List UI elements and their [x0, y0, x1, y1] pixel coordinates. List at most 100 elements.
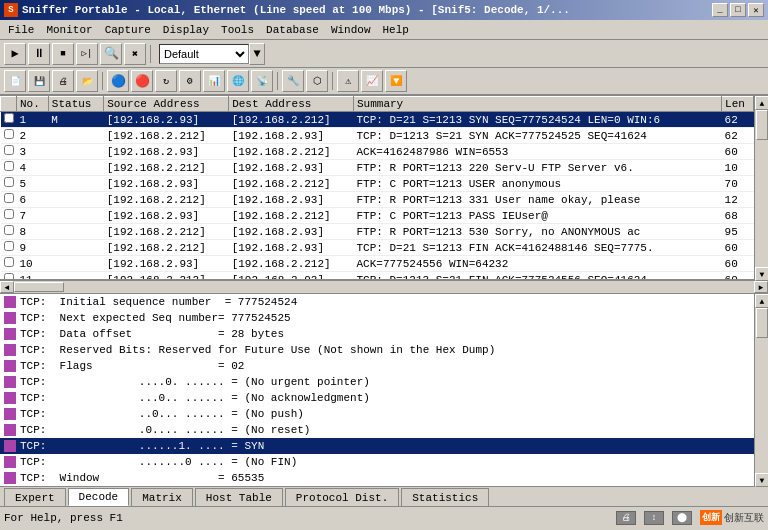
decode-button[interactable]: 🔧: [282, 70, 304, 92]
tab-host-table[interactable]: Host Table: [195, 488, 283, 506]
filter2-button[interactable]: 🔽: [385, 70, 407, 92]
title-bar: S Sniffer Portable - Local, Ethernet (Li…: [0, 0, 768, 20]
detail-row: TCP: Window = 65535: [0, 470, 754, 486]
zoom-in-button[interactable]: 🔵: [107, 70, 129, 92]
table-row[interactable]: 3 [192.168.2.93] [192.168.2.212] ACK=416…: [1, 144, 754, 160]
maximize-button[interactable]: □: [730, 3, 746, 17]
refresh-button[interactable]: ↻: [155, 70, 177, 92]
table-row[interactable]: 11 [192.168.2.212] [192.168.2.93] TCP: D…: [1, 272, 754, 282]
detail-scroll-thumb[interactable]: [756, 308, 768, 338]
row-checkbox[interactable]: [1, 176, 17, 192]
row-src: [192.168.2.93]: [104, 208, 229, 224]
row-len: 70: [722, 176, 754, 192]
tab-decode[interactable]: Decode: [68, 488, 130, 506]
open-button[interactable]: 📂: [76, 70, 98, 92]
row-checkbox[interactable]: [1, 208, 17, 224]
detail-scroll-down[interactable]: ▼: [755, 473, 768, 487]
print-button[interactable]: 🖨: [52, 70, 74, 92]
row-src: [192.168.2.93]: [104, 112, 229, 128]
save-button[interactable]: 💾: [28, 70, 50, 92]
hscroll-right-button[interactable]: ►: [754, 281, 768, 293]
menu-item-monitor[interactable]: Monitor: [40, 23, 98, 37]
row-status: [48, 160, 103, 176]
menu-item-file[interactable]: File: [2, 23, 40, 37]
title-bar-controls: _ □ ✕: [712, 3, 764, 17]
sep3: [277, 72, 278, 90]
row-no: 1: [17, 112, 49, 128]
packet-table-container[interactable]: No. Status Source Address Dest Address S…: [0, 96, 754, 281]
row-checkbox[interactable]: [1, 160, 17, 176]
play-button[interactable]: ▶: [4, 43, 26, 65]
table-row[interactable]: 7 [192.168.2.93] [192.168.2.212] FTP: C …: [1, 208, 754, 224]
tab-statistics[interactable]: Statistics: [401, 488, 489, 506]
table-row[interactable]: 1 M [192.168.2.93] [192.168.2.212] TCP: …: [1, 112, 754, 128]
detail-text: TCP: .......0 .... = (No FIN): [20, 456, 297, 468]
scroll-thumb[interactable]: [756, 110, 768, 140]
h-scrollbar[interactable]: ◄ ►: [0, 281, 768, 294]
clear-button[interactable]: ✖: [124, 43, 146, 65]
detail-text: TCP: Window = 65535: [20, 472, 264, 484]
menu-item-database[interactable]: Database: [260, 23, 325, 37]
filter-select[interactable]: Default: [159, 44, 249, 64]
config-button[interactable]: ⚙: [179, 70, 201, 92]
scroll-down-button[interactable]: ▼: [755, 267, 768, 281]
row-status: [48, 176, 103, 192]
step-button[interactable]: ▷|: [76, 43, 98, 65]
table-row[interactable]: 2 [192.168.2.212] [192.168.2.93] TCP: D=…: [1, 128, 754, 144]
row-checkbox[interactable]: [1, 224, 17, 240]
row-checkbox[interactable]: [1, 240, 17, 256]
chart-button[interactable]: 📊: [203, 70, 225, 92]
detail-text: TCP: Next expected Seq number= 777524525: [20, 312, 291, 324]
hscroll-thumb[interactable]: [14, 282, 64, 292]
table-row[interactable]: 9 [192.168.2.212] [192.168.2.93] TCP: D=…: [1, 240, 754, 256]
table-row[interactable]: 8 [192.168.2.212] [192.168.2.93] FTP: R …: [1, 224, 754, 240]
row-dst: [192.168.2.212]: [229, 208, 354, 224]
filter-dropdown-arrow[interactable]: ▼: [249, 43, 265, 65]
row-checkbox[interactable]: [1, 144, 17, 160]
detail-icon: [4, 296, 16, 308]
row-checkbox[interactable]: [1, 272, 17, 282]
packet-section: No. Status Source Address Dest Address S…: [0, 96, 768, 281]
tab-expert[interactable]: Expert: [4, 488, 66, 506]
menu-item-window[interactable]: Window: [325, 23, 377, 37]
row-checkbox[interactable]: [1, 256, 17, 272]
row-checkbox[interactable]: [1, 112, 17, 128]
alert-button[interactable]: ⚠: [337, 70, 359, 92]
table-row[interactable]: 4 [192.168.2.212] [192.168.2.93] FTP: R …: [1, 160, 754, 176]
row-summary: TCP: D=1213 S=21 FIN ACK=777524556 SEQ=4…: [353, 272, 721, 282]
tab-protocol-dist.[interactable]: Protocol Dist.: [285, 488, 399, 506]
row-checkbox[interactable]: [1, 192, 17, 208]
row-status: [48, 208, 103, 224]
menu-item-tools[interactable]: Tools: [215, 23, 260, 37]
probe-button[interactable]: 📡: [251, 70, 273, 92]
table-row[interactable]: 5 [192.168.2.93] [192.168.2.212] FTP: C …: [1, 176, 754, 192]
new-button[interactable]: 📄: [4, 70, 26, 92]
zoom-out-button[interactable]: 🔴: [131, 70, 153, 92]
stop-button[interactable]: ■: [52, 43, 74, 65]
row-checkbox[interactable]: [1, 128, 17, 144]
scroll-up-button[interactable]: ▲: [755, 96, 768, 110]
packet-vscroll[interactable]: ▲ ▼: [754, 96, 768, 281]
hscroll-left-button[interactable]: ◄: [0, 281, 14, 293]
table-row[interactable]: 10 [192.168.2.93] [192.168.2.212] ACK=77…: [1, 256, 754, 272]
close-button[interactable]: ✕: [748, 3, 764, 17]
table-row[interactable]: 6 [192.168.2.212] [192.168.2.93] FTP: R …: [1, 192, 754, 208]
hex-button[interactable]: ⬡: [306, 70, 328, 92]
menu-item-display[interactable]: Display: [157, 23, 215, 37]
detail-scroll-up[interactable]: ▲: [755, 294, 768, 308]
net-button[interactable]: 🌐: [227, 70, 249, 92]
pause-button[interactable]: ⏸: [28, 43, 50, 65]
detail-vscroll[interactable]: ▲ ▼: [754, 294, 768, 487]
row-len: 62: [722, 128, 754, 144]
menu-item-help[interactable]: Help: [377, 23, 415, 37]
row-len: 12: [722, 192, 754, 208]
menu-item-capture[interactable]: Capture: [99, 23, 157, 37]
stats-button[interactable]: 📈: [361, 70, 383, 92]
row-src: [192.168.2.212]: [104, 192, 229, 208]
row-len: 10: [722, 160, 754, 176]
tab-matrix[interactable]: Matrix: [131, 488, 193, 506]
search-button[interactable]: 🔍: [100, 43, 122, 65]
minimize-button[interactable]: _: [712, 3, 728, 17]
row-summary: TCP: D=21 S=1213 SYN SEQ=777524524 LEN=0…: [353, 112, 721, 128]
filter-dropdown[interactable]: Default ▼: [159, 43, 265, 65]
